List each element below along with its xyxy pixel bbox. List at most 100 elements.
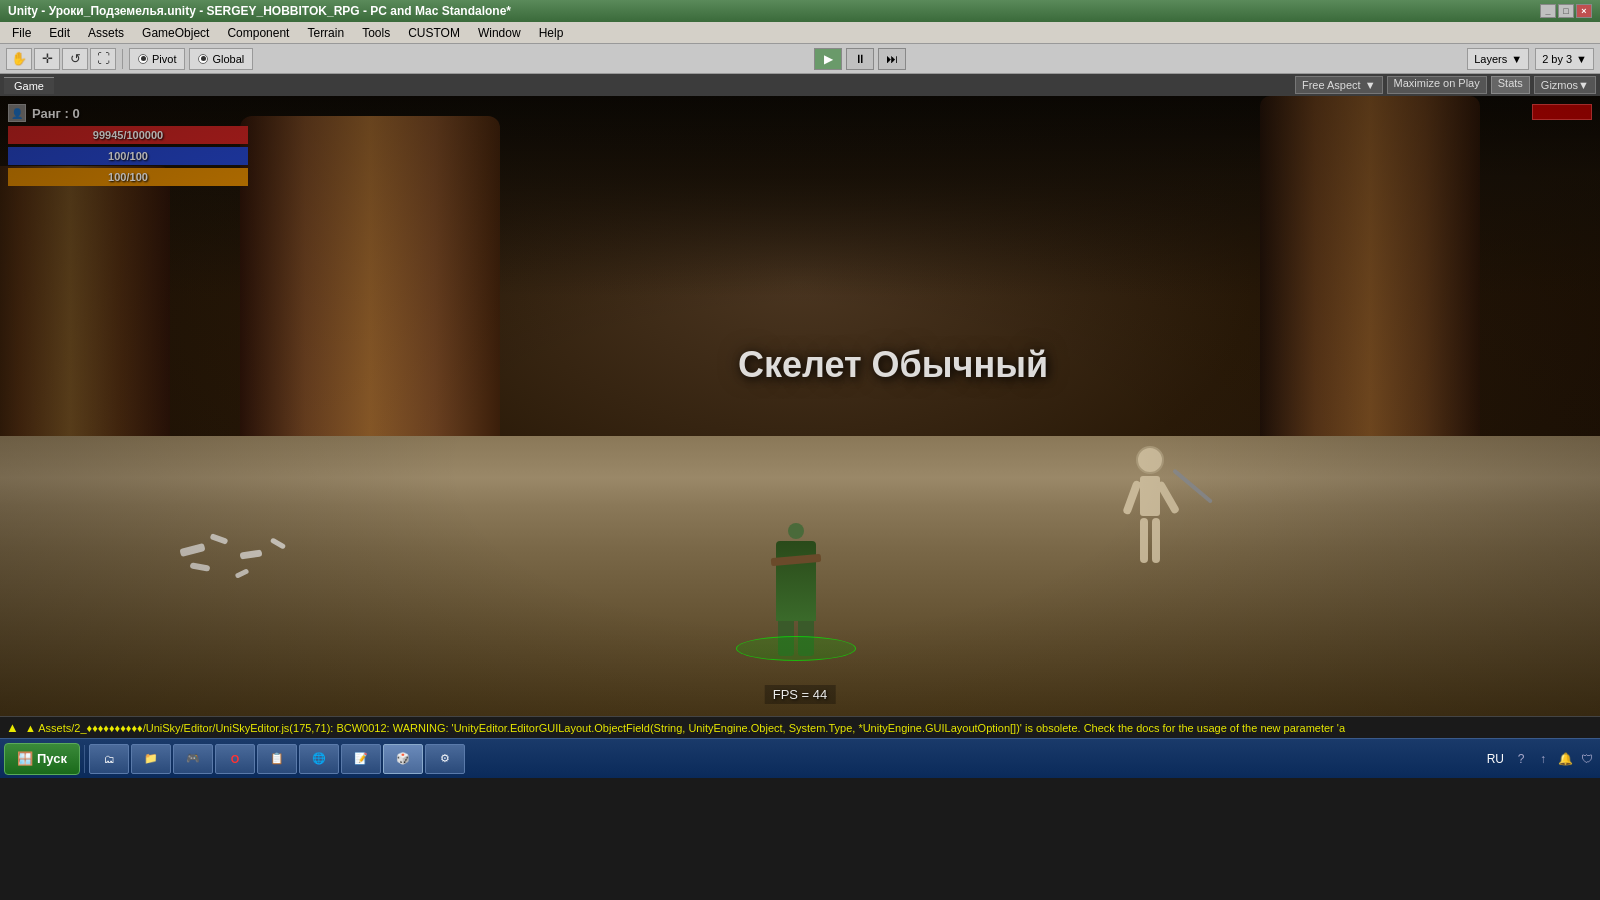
minimize-button[interactable]: _	[1540, 4, 1556, 18]
taskbar-item-unity[interactable]: 🎲	[383, 744, 423, 774]
taskbar-item-app2[interactable]: 📋	[257, 744, 297, 774]
maximize-on-play-button[interactable]: Maximize on Play	[1387, 76, 1487, 94]
layout-chevron-icon: ▼	[1576, 53, 1587, 65]
warning-text: ▲ Assets/2_♦♦♦♦♦♦♦♦♦♦/UniSky/Editor/UniS…	[25, 722, 1345, 734]
layers-chevron-icon: ▼	[1511, 53, 1522, 65]
rotate-tool-button[interactable]: ↺	[62, 48, 88, 70]
gizmos-button[interactable]: Gizmos ▼	[1534, 76, 1596, 94]
taskbar-item-notepad[interactable]: 📝	[341, 744, 381, 774]
game-tab[interactable]: Game	[4, 77, 54, 94]
pause-button[interactable]: ⏸	[846, 48, 874, 70]
skeleton-body	[1120, 446, 1180, 566]
taskbar: 🪟 Пуск 🗂 📁 🎮 O 📋 🌐 📝 🎲 ⚙ RU ? ↑ 🔔 🛡	[0, 738, 1600, 778]
windows-logo-icon: 🪟	[17, 751, 33, 766]
skeleton-head	[1136, 446, 1164, 474]
layout-label: 2 by 3	[1542, 53, 1572, 65]
player-icon: 👤	[8, 104, 26, 122]
update-tray-icon[interactable]: ↑	[1534, 750, 1552, 768]
taskbar-item-explorer1[interactable]: 🗂	[89, 744, 129, 774]
warning-bar: ▲ ▲ Assets/2_♦♦♦♦♦♦♦♦♦♦/UniSky/Editor/Un…	[0, 716, 1600, 738]
game-view-header: Game Free Aspect ▼ Maximize on Play Stat…	[0, 74, 1600, 96]
stamina-bar: 100/100	[8, 168, 248, 186]
opera-icon: O	[231, 753, 240, 765]
help-tray-icon[interactable]: ?	[1512, 750, 1530, 768]
layers-dropdown[interactable]: Layers ▼	[1467, 48, 1529, 70]
close-button[interactable]: ×	[1576, 4, 1592, 18]
menu-custom[interactable]: CUSTOM	[400, 24, 468, 42]
debris-3	[240, 550, 263, 560]
taskbar-item-explorer2[interactable]: 📁	[131, 744, 171, 774]
menu-tools[interactable]: Tools	[354, 24, 398, 42]
menu-gameobject[interactable]: GameObject	[134, 24, 217, 42]
skeleton-torso	[1140, 476, 1160, 516]
stats-button[interactable]: Stats	[1491, 76, 1530, 94]
unity2-icon: ⚙	[440, 752, 450, 765]
layers-label: Layers	[1474, 53, 1507, 65]
player-body	[776, 541, 816, 621]
skeleton-enemy	[1120, 446, 1180, 566]
menu-component[interactable]: Component	[219, 24, 297, 42]
language-indicator: RU	[1483, 752, 1508, 766]
taskbar-item-app1[interactable]: 🎮	[173, 744, 213, 774]
menu-terrain[interactable]: Terrain	[299, 24, 352, 42]
explorer1-icon: 🗂	[104, 753, 115, 765]
player-weapon	[771, 554, 822, 566]
aspect-chevron-icon: ▼	[1365, 79, 1376, 91]
skeleton-leg-left	[1140, 518, 1148, 563]
transform-tools: ✋ ✛ ↺ ⛶	[6, 48, 116, 70]
health-bar: 99945/100000	[8, 126, 248, 144]
app2-icon: 📋	[270, 752, 284, 765]
toolbar: ✋ ✛ ↺ ⛶ Pivot Global ▶ ⏸ ⏭ Layers ▼ 2 by…	[0, 44, 1600, 74]
skeleton-arm-right	[1156, 480, 1180, 514]
rank-text: Ранг : 0	[32, 106, 80, 121]
menu-bar: File Edit Assets GameObject Component Te…	[0, 22, 1600, 44]
window-title: Unity - Уроки_Подземелья.unity - SERGEY_…	[8, 4, 511, 18]
start-button[interactable]: 🪟 Пуск	[4, 743, 80, 775]
explorer2-icon: 📁	[144, 752, 158, 765]
move-tool-button[interactable]: ✛	[34, 48, 60, 70]
right-toolbar: Layers ▼ 2 by 3 ▼	[1467, 48, 1594, 70]
scale-tool-button[interactable]: ⛶	[90, 48, 116, 70]
taskbar-item-opera[interactable]: O	[215, 744, 255, 774]
taskbar-item-chrome[interactable]: 🌐	[299, 744, 339, 774]
menu-window[interactable]: Window	[470, 24, 529, 42]
title-bar: Unity - Уроки_Подземелья.unity - SERGEY_…	[0, 0, 1600, 22]
menu-assets[interactable]: Assets	[80, 24, 132, 42]
player-character	[776, 541, 816, 656]
enemy-health-bar	[1532, 104, 1592, 120]
game-viewport: 👤 Ранг : 0 99945/100000 100/100 100/100	[0, 96, 1600, 716]
layout-dropdown[interactable]: 2 by 3 ▼	[1535, 48, 1594, 70]
ground-debris	[180, 536, 300, 596]
stats-label: Stats	[1498, 77, 1523, 89]
game-tab-label: Game	[14, 80, 44, 92]
unity-icon: 🎲	[396, 752, 410, 765]
maximize-button[interactable]: □	[1558, 4, 1574, 18]
menu-file[interactable]: File	[4, 24, 39, 42]
taskbar-item-unity2[interactable]: ⚙	[425, 744, 465, 774]
debris-5	[190, 562, 211, 571]
menu-help[interactable]: Help	[531, 24, 572, 42]
toolbar-separator-1	[122, 49, 123, 69]
cave-scene: 👤 Ранг : 0 99945/100000 100/100 100/100	[0, 96, 1600, 716]
notification-tray-icon[interactable]: 🔔	[1556, 750, 1574, 768]
skeleton-arm-left	[1122, 480, 1141, 516]
pivot-radio	[138, 54, 148, 64]
play-controls: ▶ ⏸ ⏭	[257, 48, 1463, 70]
security-tray-icon[interactable]: 🛡	[1578, 750, 1596, 768]
hand-tool-button[interactable]: ✋	[6, 48, 32, 70]
hud: 👤 Ранг : 0 99945/100000 100/100 100/100	[8, 104, 248, 189]
global-radio	[198, 54, 208, 64]
aspect-selector[interactable]: Free Aspect ▼	[1295, 76, 1383, 94]
step-button[interactable]: ⏭	[878, 48, 906, 70]
aspect-label: Free Aspect	[1302, 79, 1361, 91]
notepad-icon: 📝	[354, 752, 368, 765]
pivot-button[interactable]: Pivot	[129, 48, 185, 70]
taskbar-separator	[84, 745, 85, 773]
rank-display: 👤 Ранг : 0	[8, 104, 248, 122]
skeleton-legs	[1120, 518, 1180, 563]
player-selection-circle	[736, 636, 856, 661]
chrome-icon: 🌐	[312, 752, 326, 765]
menu-edit[interactable]: Edit	[41, 24, 78, 42]
play-button[interactable]: ▶	[814, 48, 842, 70]
global-button[interactable]: Global	[189, 48, 253, 70]
